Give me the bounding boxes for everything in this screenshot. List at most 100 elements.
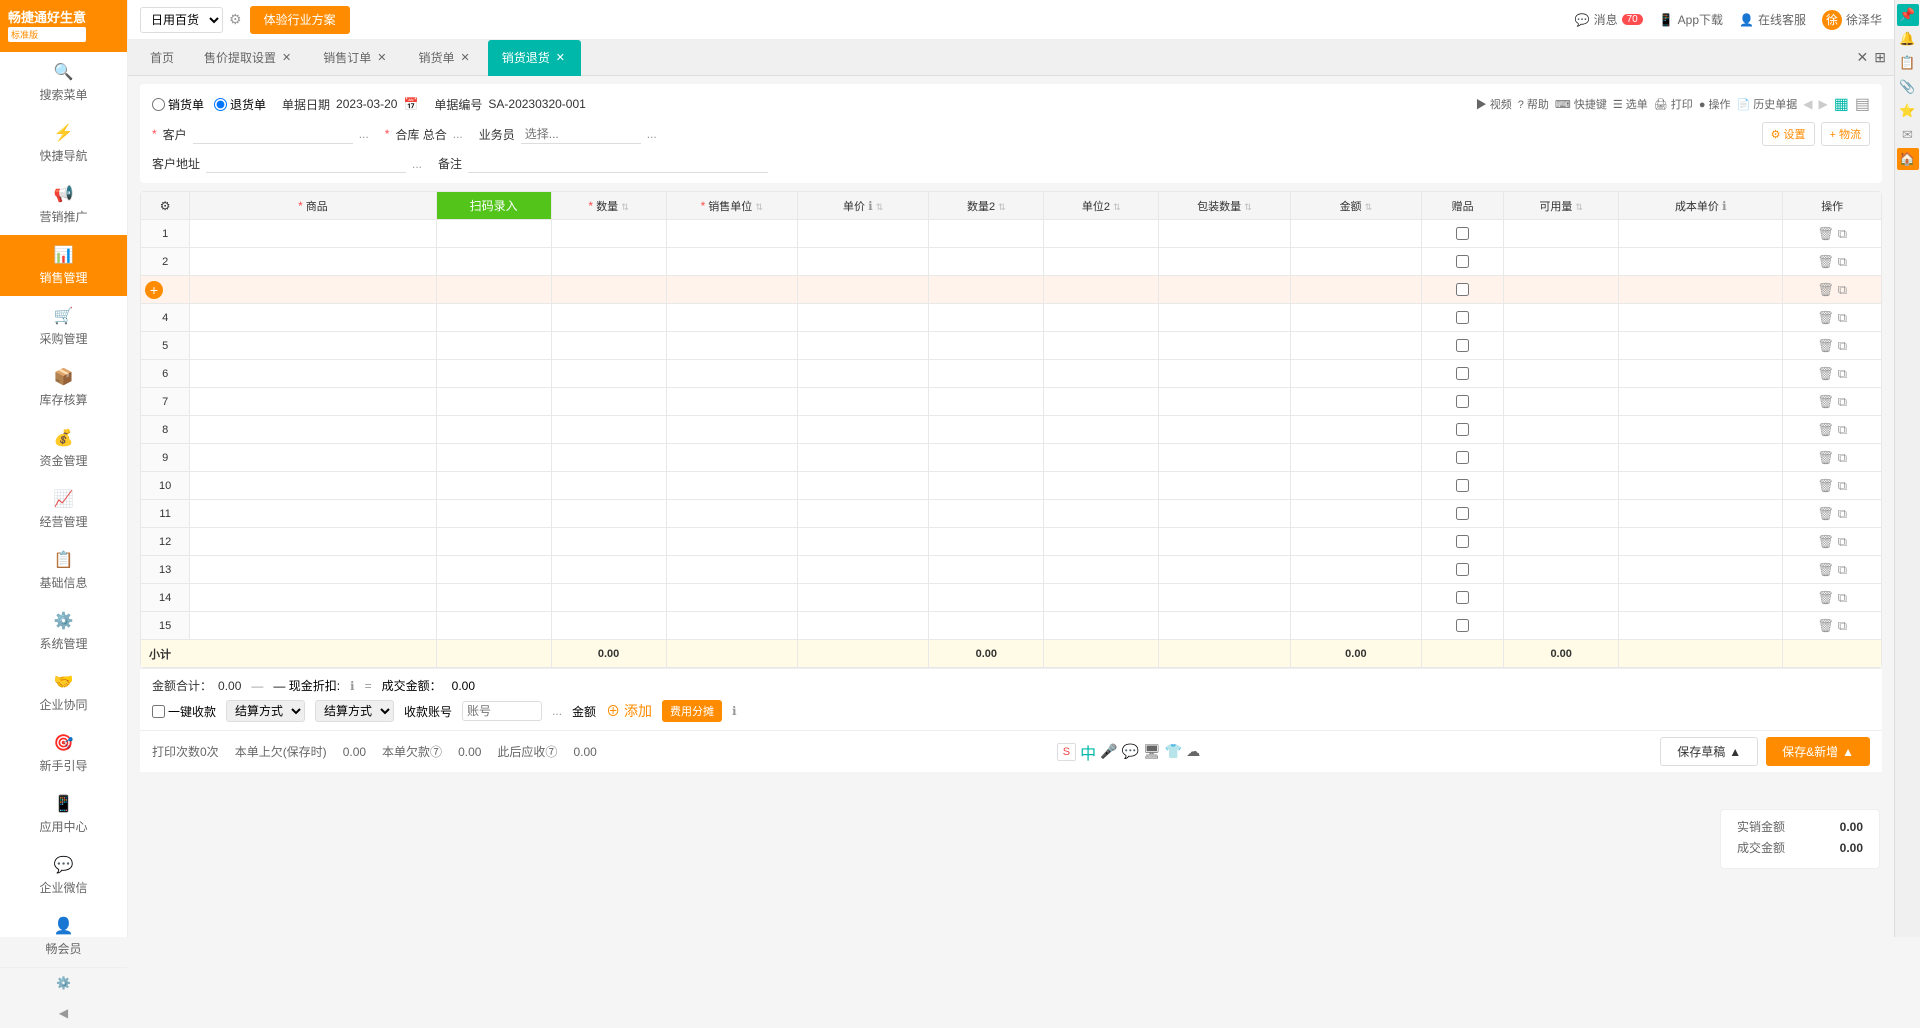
address-ellipsis[interactable]: ...: [412, 157, 422, 171]
sidebar-settings[interactable]: ⚙️: [0, 968, 127, 998]
price-cell-3[interactable]: [797, 276, 928, 304]
qty-cell-4[interactable]: [551, 304, 666, 332]
unit-cell-2[interactable]: [666, 248, 797, 276]
copy-row-6[interactable]: ⧉: [1838, 366, 1847, 382]
price-cell-13[interactable]: [797, 556, 928, 584]
product-cell-14[interactable]: [190, 584, 436, 612]
delete-row-8[interactable]: 🗑: [1817, 422, 1834, 438]
price-cell-11[interactable]: [797, 500, 928, 528]
qty-cell-14[interactable]: [551, 584, 666, 612]
delete-row-15[interactable]: 🗑: [1817, 618, 1834, 634]
chat-icon[interactable]: 💬: [1122, 743, 1139, 760]
gift-checkbox-13[interactable]: [1456, 563, 1469, 576]
user-btn[interactable]: 徐 徐泽华: [1822, 10, 1882, 30]
product-cell-11[interactable]: [190, 500, 436, 528]
gift-cell-7[interactable]: [1422, 388, 1504, 416]
one-click-payment[interactable]: 一键收款: [152, 703, 216, 720]
history-btn[interactable]: 📄 历史单据: [1737, 96, 1798, 112]
nav-prev[interactable]: ◀: [1803, 97, 1812, 111]
trial-btn[interactable]: 体验行业方案: [250, 6, 350, 34]
copy-row-13[interactable]: ⧉: [1838, 562, 1847, 578]
unit-cell-15[interactable]: [666, 612, 797, 640]
gift-cell-12[interactable]: [1422, 528, 1504, 556]
qty-cell-2[interactable]: [551, 248, 666, 276]
price-cell-7[interactable]: [797, 388, 928, 416]
zhong-icon[interactable]: 中: [1080, 740, 1096, 764]
product-cell-3[interactable]: [190, 276, 436, 304]
qty-cell-11[interactable]: [551, 500, 666, 528]
calendar-icon[interactable]: 📅: [403, 97, 418, 111]
copy-row-8[interactable]: ⧉: [1838, 422, 1847, 438]
qty-cell-5[interactable]: [551, 332, 666, 360]
gift-cell-4[interactable]: [1422, 304, 1504, 332]
gift-checkbox-1[interactable]: [1456, 227, 1469, 240]
copy-row-10[interactable]: ⧉: [1838, 478, 1847, 494]
gift-cell-10[interactable]: [1422, 472, 1504, 500]
print-btn[interactable]: 🖨 打印: [1654, 96, 1693, 112]
copy-row-9[interactable]: ⧉: [1838, 450, 1847, 466]
unit-cell-4[interactable]: [666, 304, 797, 332]
sidebar-item-search[interactable]: 🔍 搜索菜单: [0, 52, 127, 113]
customer-ellipsis[interactable]: ...: [359, 127, 369, 141]
gift-cell-13[interactable]: [1422, 556, 1504, 584]
messages-btn[interactable]: 💬 消息 70: [1575, 11, 1643, 28]
settle-select[interactable]: 结算方式: [226, 700, 305, 722]
sidebar-item-inventory[interactable]: 📦 库存核算: [0, 357, 127, 418]
copy-row-1[interactable]: ⧉: [1838, 226, 1847, 242]
copy-row-3[interactable]: ⧉: [1838, 282, 1847, 298]
product-cell-7[interactable]: [190, 388, 436, 416]
sidebar-item-finance[interactable]: 💰 资金管理: [0, 418, 127, 479]
product-cell-5[interactable]: [190, 332, 436, 360]
select-bill-btn[interactable]: ☰ 选单: [1613, 96, 1648, 112]
gift-checkbox-12[interactable]: [1456, 535, 1469, 548]
copy-row-4[interactable]: ⧉: [1838, 310, 1847, 326]
copy-row-7[interactable]: ⧉: [1838, 394, 1847, 410]
unit-cell-11[interactable]: [666, 500, 797, 528]
qty-cell-13[interactable]: [551, 556, 666, 584]
price-cell-2[interactable]: [797, 248, 928, 276]
calc-select[interactable]: 结算方式: [315, 700, 394, 722]
delete-row-2[interactable]: 🗑: [1817, 254, 1834, 270]
sidebar-item-system[interactable]: ⚙️ 系统管理: [0, 601, 127, 662]
product-cell-12[interactable]: [190, 528, 436, 556]
delete-row-11[interactable]: 🗑: [1817, 506, 1834, 522]
sidebar-item-shortcut[interactable]: ⚡ 快捷导航: [0, 113, 127, 174]
right-panel-icon-5[interactable]: ⭐: [1897, 100, 1919, 122]
note-input[interactable]: [468, 154, 768, 173]
copy-row-15[interactable]: ⧉: [1838, 618, 1847, 634]
product-cell-6[interactable]: [190, 360, 436, 388]
staff-input[interactable]: [521, 125, 641, 144]
delete-row-14[interactable]: 🗑: [1817, 590, 1834, 606]
logistics-button[interactable]: + 物流: [1821, 122, 1870, 146]
op-btn[interactable]: ● 操作: [1699, 96, 1731, 112]
product-cell-13[interactable]: [190, 556, 436, 584]
topbar-gear-icon[interactable]: ⚙: [229, 11, 242, 28]
gift-cell-5[interactable]: [1422, 332, 1504, 360]
delete-row-1[interactable]: 🗑: [1817, 226, 1834, 242]
close-tab-btn[interactable]: ✕: [1857, 49, 1869, 66]
tab-sales-order[interactable]: 销售订单✕: [309, 40, 402, 76]
copy-row-14[interactable]: ⧉: [1838, 590, 1847, 606]
gift-checkbox-14[interactable]: [1456, 591, 1469, 604]
copy-row-5[interactable]: ⧉: [1838, 338, 1847, 354]
customer-input[interactable]: [193, 125, 353, 144]
sidebar-collapse[interactable]: ◀: [0, 998, 127, 1028]
right-panel-icon-4[interactable]: 📎: [1897, 76, 1919, 98]
right-panel-icon-2[interactable]: 🔔: [1897, 28, 1919, 50]
tab-close-sales-order[interactable]: ✕: [375, 51, 388, 64]
shortcut-btn[interactable]: ⌨ 快捷键: [1555, 96, 1607, 112]
qty-cell-1[interactable]: [551, 220, 666, 248]
tab-sales-return[interactable]: 销货退货✕: [488, 40, 581, 76]
sidebar-item-wechat[interactable]: 💬 企业微信: [0, 845, 127, 906]
account-input[interactable]: [462, 701, 542, 721]
sidebar-item-member[interactable]: 👤 畅会员: [0, 906, 127, 967]
copy-row-11[interactable]: ⧉: [1838, 506, 1847, 522]
product-cell-4[interactable]: [190, 304, 436, 332]
delete-row-9[interactable]: 🗑: [1817, 450, 1834, 466]
right-panel-icon-7[interactable]: 🏠: [1897, 148, 1919, 170]
online-service-btn[interactable]: 👤 在线客服: [1739, 11, 1806, 28]
unit-cell-6[interactable]: [666, 360, 797, 388]
gift-checkbox-11[interactable]: [1456, 507, 1469, 520]
radio-sale[interactable]: 销货单: [152, 96, 204, 113]
qty-cell-7[interactable]: [551, 388, 666, 416]
